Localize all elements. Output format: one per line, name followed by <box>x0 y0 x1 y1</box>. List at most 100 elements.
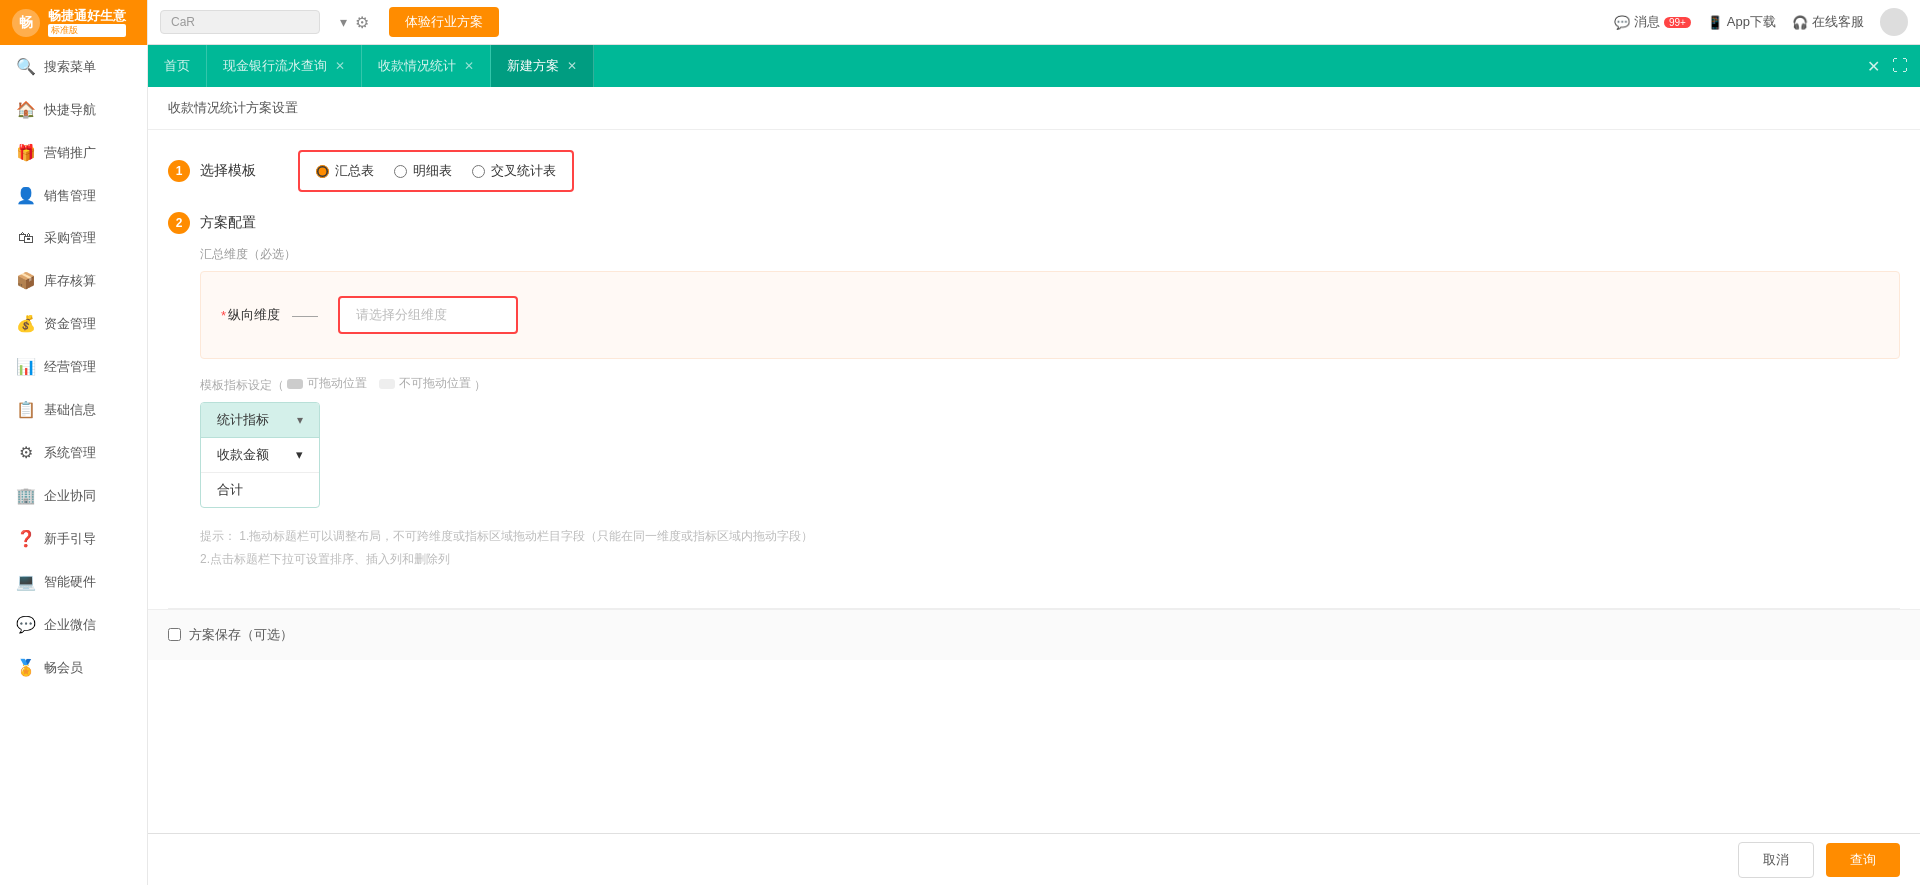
sidebar-nav: 🔍 搜索菜单 🏠 快捷导航 🎁 营销推广 👤 销售管理 🛍 采购管理 📦 库存核… <box>0 45 147 885</box>
radio-summary-label[interactable]: 汇总表 <box>335 162 374 180</box>
sidebar-item-smart-hw[interactable]: 💻 智能硬件 <box>0 560 147 603</box>
corp-wechat-icon: 💬 <box>16 615 36 634</box>
radio-detail-input[interactable] <box>394 165 407 178</box>
member-icon: 🏅 <box>16 658 36 677</box>
draggable-icon <box>287 379 303 389</box>
sidebar-item-quick-nav[interactable]: 🏠 快捷导航 <box>0 88 147 131</box>
step1-header: 1 选择模板 汇总表 明细表 交叉统计表 <box>168 150 1900 192</box>
draggable-indicator: 可拖动位置 <box>287 375 367 392</box>
hints-section: 提示： 1.拖动标题栏可以调整布局，不可跨维度或指标区域拖动栏目字段（只能在同一… <box>200 528 1900 568</box>
sidebar-logo: 畅 畅捷通好生意 标准版 <box>0 0 147 45</box>
tab-receivable-stats-close[interactable]: ✕ <box>464 59 474 73</box>
cancel-button[interactable]: 取消 <box>1738 842 1814 878</box>
radio-crosstab[interactable]: 交叉统计表 <box>472 162 556 180</box>
close-window-icon[interactable]: ✕ <box>1867 57 1880 76</box>
chevron-down-icon[interactable]: ▾ <box>297 413 303 427</box>
tab-cash-bank-close[interactable]: ✕ <box>335 59 345 73</box>
step2-header: 2 方案配置 <box>168 212 1900 234</box>
metrics-row-amount[interactable]: 收款金额 ▾ <box>201 438 319 473</box>
corp-collab-icon: 🏢 <box>16 486 36 505</box>
user-avatar[interactable] <box>1880 8 1908 36</box>
tab-home[interactable]: 首页 <box>148 45 207 87</box>
non-draggable-label: 不可拖动位置 <box>399 375 471 392</box>
radio-detail[interactable]: 明细表 <box>394 162 452 180</box>
notifications-item[interactable]: 💬 消息 99+ <box>1614 13 1691 31</box>
notification-badge: 99+ <box>1664 17 1691 28</box>
customer-service-item[interactable]: 🎧 在线客服 <box>1792 13 1864 31</box>
top-bar: ▾ ⚙ 体验行业方案 💬 消息 99+ 📱 App下载 🎧 在线客服 <box>148 0 1920 45</box>
radio-summary-input[interactable] <box>316 165 329 178</box>
settings-icon[interactable]: ⚙ <box>351 9 373 36</box>
save-label[interactable]: 方案保存（可选） <box>189 626 293 644</box>
content-area: 收款情况统计方案设置 1 选择模板 汇总表 明细表 <box>148 87 1920 833</box>
query-button[interactable]: 查询 <box>1826 843 1900 877</box>
metrics-col-title: 统计指标 <box>217 411 269 429</box>
sidebar-item-member[interactable]: 🏅 畅会员 <box>0 646 147 689</box>
dimension-section: 汇总维度（必选） * 纵向维度 —— 请选择分组维度 <box>168 246 1900 359</box>
maximize-icon[interactable]: ⛶ <box>1892 57 1908 75</box>
sidebar: 畅 畅捷通好生意 标准版 🔍 搜索菜单 🏠 快捷导航 🎁 营销推广 👤 销售管理… <box>0 0 148 885</box>
logo-icon: 畅 <box>12 9 40 37</box>
sidebar-item-label: 新手引导 <box>44 530 96 548</box>
app-download-icon: 📱 <box>1707 15 1723 30</box>
metrics-amount-label: 收款金额 <box>217 446 269 464</box>
metrics-col-header[interactable]: 统计指标 ▾ <box>201 403 319 438</box>
radio-crosstab-label[interactable]: 交叉统计表 <box>491 162 556 180</box>
tab-home-label: 首页 <box>164 57 190 75</box>
purchase-icon: 🛍 <box>16 229 36 247</box>
tab-window-controls: ✕ ⛶ <box>1855 45 1920 87</box>
sales-icon: 👤 <box>16 186 36 205</box>
logo-text: 畅捷通好生意 <box>48 8 126 24</box>
sidebar-item-label: 基础信息 <box>44 401 96 419</box>
sidebar-item-inventory[interactable]: 📦 库存核算 <box>0 259 147 302</box>
form-card: 1 选择模板 汇总表 明细表 交叉统计表 <box>148 130 1920 608</box>
dim-arrow: —— <box>292 308 318 323</box>
sidebar-item-search-menu[interactable]: 🔍 搜索菜单 <box>0 45 147 88</box>
metrics-container: 统计指标 ▾ 收款金额 ▾ 合计 <box>200 402 1900 508</box>
metrics-row-total: 合计 <box>201 473 319 507</box>
tab-bar: 首页 现金银行流水查询 ✕ 收款情况统计 ✕ 新建方案 ✕ ✕ ⛶ <box>148 45 1920 87</box>
sidebar-item-label: 快捷导航 <box>44 101 96 119</box>
sidebar-item-basic-info[interactable]: 📋 基础信息 <box>0 388 147 431</box>
app-download-item[interactable]: 📱 App下载 <box>1707 13 1776 31</box>
sidebar-item-purchase[interactable]: 🛍 采购管理 <box>0 217 147 259</box>
tab-receivable-stats[interactable]: 收款情况统计 ✕ <box>362 45 491 87</box>
step1-section: 1 选择模板 汇总表 明细表 交叉统计表 <box>168 150 1900 192</box>
sidebar-item-marketing[interactable]: 🎁 营销推广 <box>0 131 147 174</box>
step2-num: 2 <box>168 212 190 234</box>
step1-num: 1 <box>168 160 190 182</box>
sidebar-item-sales[interactable]: 👤 销售管理 <box>0 174 147 217</box>
metrics-amount-chevron[interactable]: ▾ <box>296 447 303 462</box>
gift-icon: 🎁 <box>16 143 36 162</box>
sidebar-item-system[interactable]: ⚙ 系统管理 <box>0 431 147 474</box>
sidebar-item-label: 企业微信 <box>44 616 96 634</box>
sidebar-item-label: 搜索菜单 <box>44 58 96 76</box>
sidebar-item-corp-collab[interactable]: 🏢 企业协同 <box>0 474 147 517</box>
sidebar-item-label: 畅会员 <box>44 659 83 677</box>
tab-new-plan[interactable]: 新建方案 ✕ <box>491 45 594 87</box>
search-input[interactable] <box>160 10 320 34</box>
radio-crosstab-input[interactable] <box>472 165 485 178</box>
sidebar-item-guide[interactable]: ❓ 新手引导 <box>0 517 147 560</box>
vertical-dim-label: 纵向维度 <box>228 306 280 324</box>
tab-cash-bank[interactable]: 现金银行流水查询 ✕ <box>207 45 362 87</box>
metrics-note: 模板指标设定（ 可拖动位置 不可拖动位置 ） <box>200 375 1900 394</box>
sidebar-item-corp-wechat[interactable]: 💬 企业微信 <box>0 603 147 646</box>
save-section: 方案保存（可选） <box>148 609 1920 660</box>
sidebar-item-finance[interactable]: 💰 资金管理 <box>0 302 147 345</box>
dim-select-wrapper[interactable]: 请选择分组维度 <box>338 296 1879 334</box>
dropdown-icon[interactable]: ▾ <box>340 14 347 30</box>
step2-label: 方案配置 <box>200 214 256 232</box>
sidebar-item-operations[interactable]: 📊 经营管理 <box>0 345 147 388</box>
hint-1: 提示： 1.拖动标题栏可以调整布局，不可跨维度或指标区域拖动栏目字段（只能在同一… <box>200 528 1900 545</box>
dimension-title: 汇总维度（必选） <box>200 246 1900 263</box>
vertical-dim-select[interactable]: 请选择分组维度 <box>338 296 518 334</box>
basic-info-icon: 📋 <box>16 400 36 419</box>
dimension-title-text: 汇总维度（必选） <box>200 247 296 261</box>
radio-detail-label[interactable]: 明细表 <box>413 162 452 180</box>
save-checkbox[interactable] <box>168 628 181 641</box>
radio-summary[interactable]: 汇总表 <box>316 162 374 180</box>
sidebar-item-label: 经营管理 <box>44 358 96 376</box>
tab-new-plan-close[interactable]: ✕ <box>567 59 577 73</box>
trial-button[interactable]: 体验行业方案 <box>389 7 499 37</box>
